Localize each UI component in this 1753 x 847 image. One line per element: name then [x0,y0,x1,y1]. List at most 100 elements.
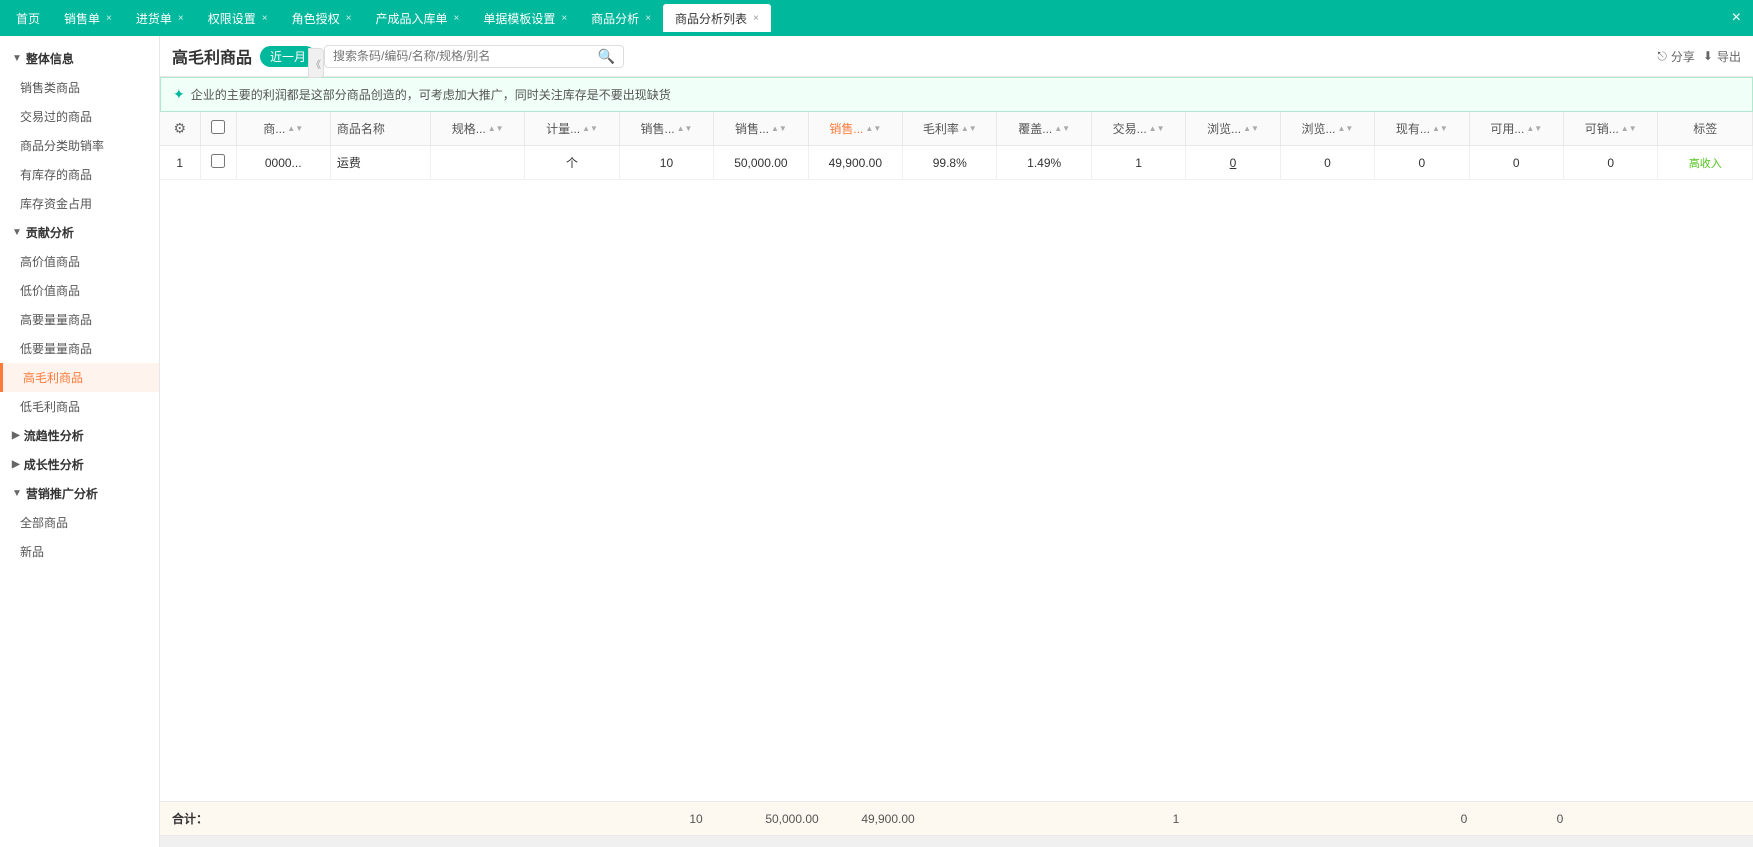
footer-sales-cost: 49,900.00 [848,812,928,826]
row-code: 0000... [236,146,330,180]
tab-close-purchase-order[interactable]: × [178,13,184,24]
row-spec [430,146,524,180]
col-sales-amount[interactable]: 销售... ▲▼ [714,112,808,146]
col-settings[interactable]: ⚙ [160,112,200,146]
row-tag[interactable]: 高收入 [1658,146,1753,180]
sort-icon-coverage: ▲▼ [1054,124,1070,133]
tab-close-role-permission[interactable]: × [346,13,352,24]
chevron-down-icon: ▼ [12,53,22,64]
tab-close-sales-order[interactable]: × [106,13,112,24]
tab-home[interactable]: 首页 [4,4,52,32]
col-name[interactable]: 商品名称 [330,112,430,146]
row-current-stock: 0 [1375,146,1469,180]
sidebar-group-marketing-analysis[interactable]: ▼ 营销推广分析 [0,479,159,508]
col-code[interactable]: 商... ▲▼ [236,112,330,146]
tab-close-product-storage[interactable]: × [453,13,459,24]
row-name[interactable]: 运费 [330,146,430,180]
sidebar-group-wealth-analysis[interactable]: ▼ 贡献分析 [0,218,159,247]
page-title: 高毛利商品 [172,44,252,68]
row-select-checkbox[interactable] [211,154,225,168]
sidebar-item-high-value-goods[interactable]: 高价值商品 [0,247,159,276]
sidebar-item-traded-goods[interactable]: 交易过的商品 [0,102,159,131]
header-actions: ⎋ 分享 ⬇ 导出 [1657,48,1741,65]
content-area: 《 高毛利商品 近一月 🔍 ⎋ 分享 ⬇ 导出 ✦ 企 [160,36,1753,847]
sidebar: ▼ 整体信息 销售类商品 交易过的商品 商品分类助销率 有库存的商品 库存资金占… [0,36,160,847]
tag-label: 高收入 [1689,158,1722,170]
sidebar-item-sales-goods[interactable]: 销售类商品 [0,73,159,102]
col-sales-qty[interactable]: 销售... ▲▼ [619,112,713,146]
sort-icon-browse2: ▲▼ [1338,124,1354,133]
tip-banner: ✦ 企业的主要的利润都是这部分商品创造的，可考虑加大推广，同时关注库存是不要出现… [160,77,1753,112]
sidebar-item-high-margin-goods[interactable]: 高毛利商品 [0,363,159,392]
row-saleable: 0 [1563,146,1657,180]
search-input[interactable] [333,49,598,63]
collapse-sidebar-button[interactable]: 《 [308,48,324,78]
sidebar-group-growth-analysis[interactable]: ▶ 成长性分析 [0,450,159,479]
col-browse2[interactable]: 浏览... ▲▼ [1280,112,1374,146]
tab-close-product-analysis[interactable]: × [645,13,651,24]
col-spec[interactable]: 规格... ▲▼ [430,112,524,146]
sidebar-item-goods-analysis-score[interactable]: 商品分类助销率 [0,131,159,160]
col-checkbox [200,112,236,146]
share-button[interactable]: ⎋ 分享 [1657,48,1695,65]
tab-sales-order[interactable]: 销售单 × [52,4,124,32]
export-icon: ⬇ [1703,49,1713,63]
tab-close-template-settings[interactable]: × [561,13,567,24]
chevron-down-icon-2: ▼ [12,227,22,238]
col-gross-margin[interactable]: 毛利率 ▲▼ [903,112,997,146]
tab-close-product-analysis-list[interactable]: × [753,13,759,24]
tab-close-permission-settings[interactable]: × [262,13,268,24]
sidebar-item-low-value-goods[interactable]: 低价值商品 [0,276,159,305]
sidebar-item-low-freq-goods[interactable]: 低要量量商品 [0,334,159,363]
select-all-checkbox[interactable] [211,120,225,134]
sort-icon-code: ▲▼ [287,124,303,133]
sort-icon-sales-amount: ▲▼ [771,124,787,133]
tab-product-analysis-list[interactable]: 商品分析列表 × [663,4,771,32]
col-available[interactable]: 可用... ▲▼ [1469,112,1563,146]
sort-icon-sales-qty: ▲▼ [677,124,693,133]
tab-product-analysis[interactable]: 商品分析 × [579,4,663,32]
sort-icon-available: ▲▼ [1526,124,1542,133]
tab-purchase-order[interactable]: 进货单 × [124,4,196,32]
main-layout: ▼ 整体信息 销售类商品 交易过的商品 商品分类助销率 有库存的商品 库存资金占… [0,36,1753,847]
row-transaction: 1 [1091,146,1185,180]
sidebar-item-new-goods[interactable]: 新品 [0,537,159,566]
footer-label: 合计： [172,810,208,827]
col-current-stock[interactable]: 现有... ▲▼ [1375,112,1469,146]
sidebar-item-in-stock-goods[interactable]: 有库存的商品 [0,160,159,189]
footer-sales-amount: 50,000.00 [752,812,832,826]
col-browse1[interactable]: 浏览... ▲▼ [1186,112,1280,146]
col-unit[interactable]: 计量... ▲▼ [525,112,619,146]
sidebar-group-overall-info[interactable]: ▼ 整体信息 [0,44,159,73]
sidebar-item-low-margin-goods[interactable]: 低毛利商品 [0,392,159,421]
settings-icon[interactable]: ⚙ [173,120,186,136]
footer-current-stock: 0 [1424,812,1504,826]
sidebar-item-all-goods[interactable]: 全部商品 [0,508,159,537]
tab-template-settings[interactable]: 单据模板设置 × [471,4,579,32]
table-footer: 合计： 10 50,000.00 49,900.00 1 0 0 [160,801,1753,835]
col-coverage[interactable]: 覆盖... ▲▼ [997,112,1091,146]
sort-icon-browse1: ▲▼ [1243,124,1259,133]
export-button[interactable]: ⬇ 导出 [1703,48,1741,65]
tab-role-permission[interactable]: 角色授权 × [280,4,364,32]
row-unit: 个 [525,146,619,180]
search-icon[interactable]: 🔍 [598,48,615,65]
col-transaction[interactable]: 交易... ▲▼ [1091,112,1185,146]
footer-sales-qty: 10 [656,812,736,826]
window-close-button[interactable]: × [1724,9,1749,27]
row-browse2: 0 [1280,146,1374,180]
sidebar-item-high-freq-goods[interactable]: 高要量量商品 [0,305,159,334]
row-browse1[interactable]: 0 [1186,146,1280,180]
sort-icon-saleable: ▲▼ [1621,124,1637,133]
col-saleable[interactable]: 可销... ▲▼ [1563,112,1657,146]
tab-permission-settings[interactable]: 权限设置 × [196,4,280,32]
sidebar-item-stock-capital[interactable]: 库存资金占用 [0,189,159,218]
col-sales-cost[interactable]: 销售... ▲▼ [808,112,902,146]
sidebar-group-trend-analysis[interactable]: ▶ 流趋性分析 [0,421,159,450]
footer-transaction: 1 [1136,812,1216,826]
tab-product-storage[interactable]: 产成品入库单 × [363,4,471,32]
col-tag[interactable]: 标签 [1658,112,1753,146]
browse1-link[interactable]: 0 [1230,156,1237,170]
horizontal-scrollbar[interactable] [160,835,1753,847]
row-checkbox[interactable] [200,146,236,180]
